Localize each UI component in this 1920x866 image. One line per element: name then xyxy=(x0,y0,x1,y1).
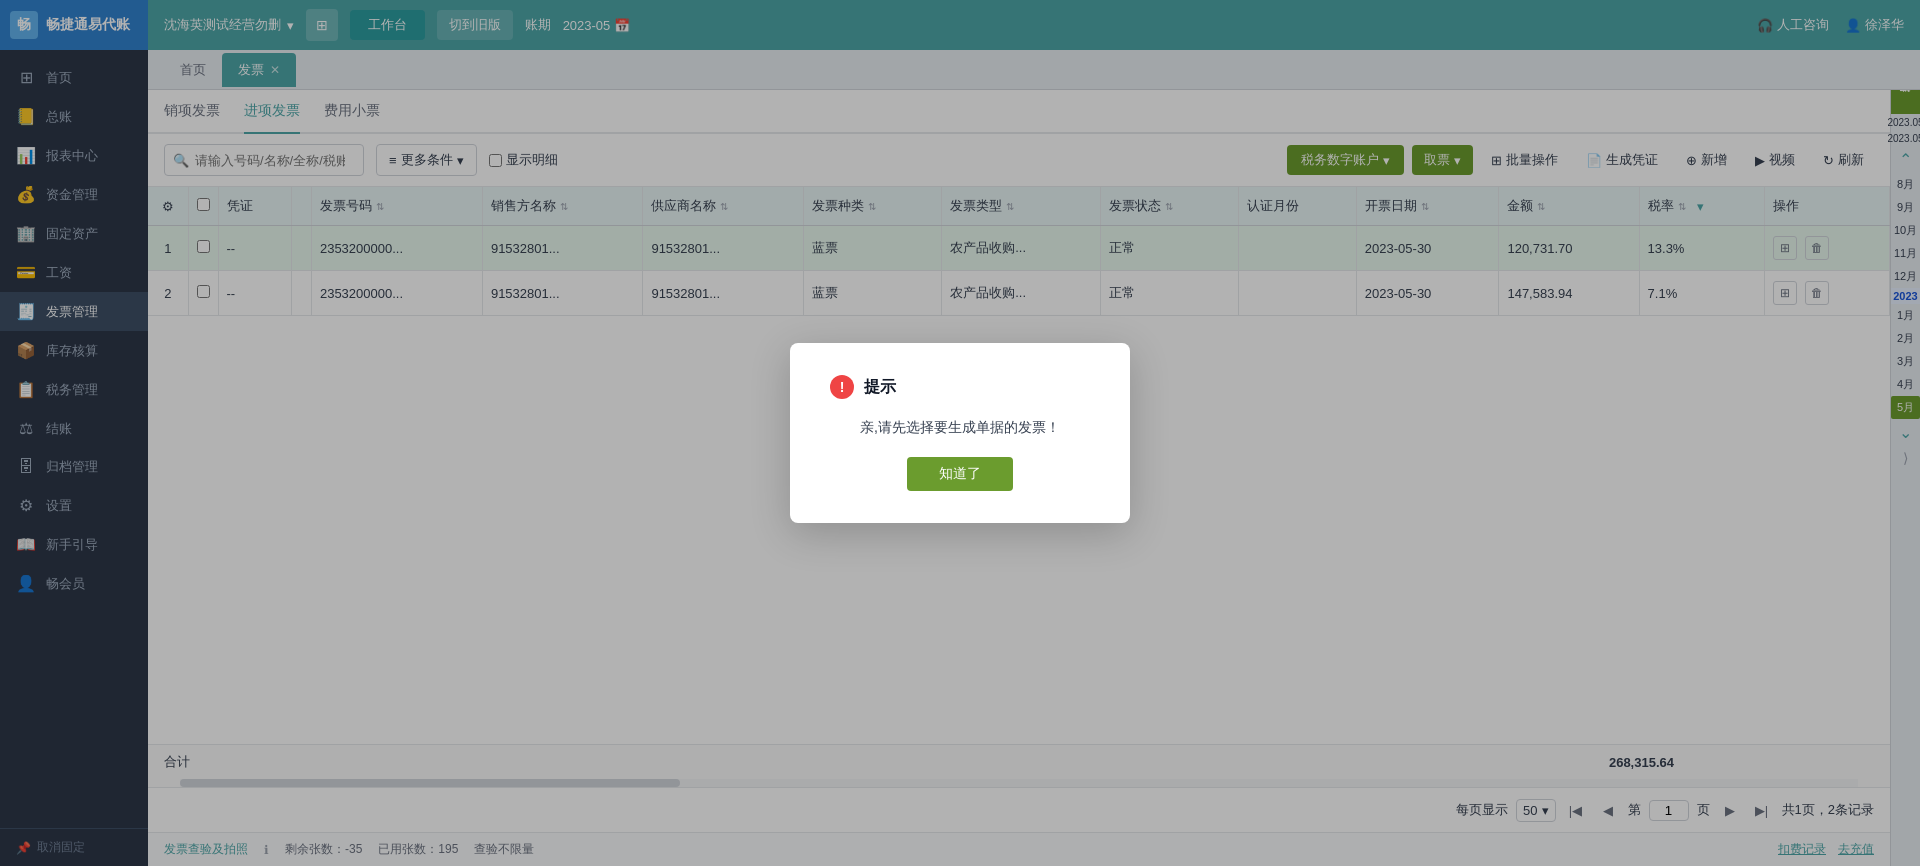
modal-title: 提示 xyxy=(864,377,896,398)
modal-overlay: ! 提示 亲,请先选择要生成单据的发票！ 知道了 xyxy=(148,0,1920,866)
modal-ok-button[interactable]: 知道了 xyxy=(907,457,1013,491)
main-area: 沈海英测试经营勿删 ▾ ⊞ 工作台 切到旧版 账期 2023-05 📅 🎧 人工… xyxy=(148,0,1920,866)
modal-message: 亲,请先选择要生成单据的发票！ xyxy=(860,419,1060,437)
modal-header: ! 提示 xyxy=(830,375,896,399)
warning-icon: ! xyxy=(830,375,854,399)
alert-modal: ! 提示 亲,请先选择要生成单据的发票！ 知道了 xyxy=(790,343,1130,523)
